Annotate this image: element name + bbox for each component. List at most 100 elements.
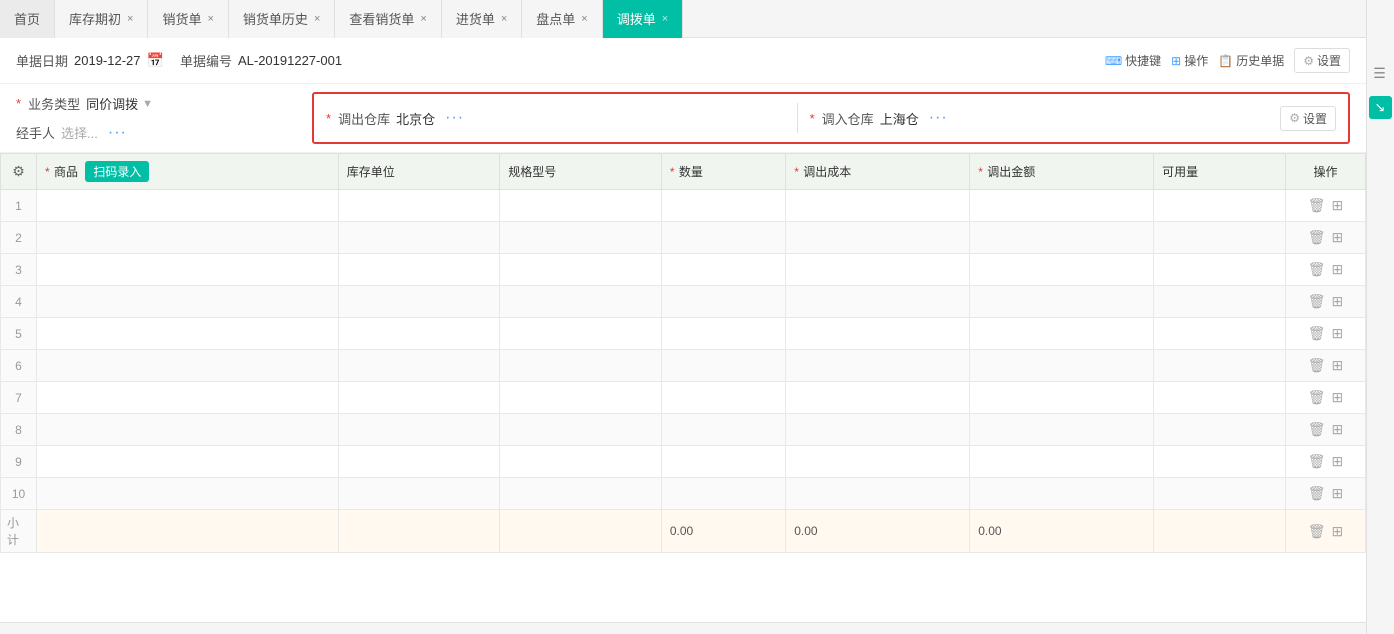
cell-quantity[interactable] (661, 286, 785, 318)
cell-quantity[interactable] (661, 254, 785, 286)
tab-purchase[interactable]: 进货单 × (442, 0, 522, 38)
cell-product[interactable] (37, 254, 339, 286)
cell-amount[interactable] (970, 350, 1154, 382)
delete-icon[interactable]: 🗑 (1308, 357, 1326, 374)
cell-cost[interactable] (786, 414, 970, 446)
cell-cost[interactable] (786, 222, 970, 254)
copy-icon[interactable]: ⊞ (1332, 261, 1344, 278)
right-panel-export-icon[interactable]: ↗ (1369, 96, 1392, 119)
cell-spec[interactable] (500, 446, 662, 478)
delete-icon[interactable]: 🗑 (1308, 523, 1326, 540)
cell-unit[interactable] (338, 318, 500, 350)
cell-cost[interactable] (786, 350, 970, 382)
cell-unit[interactable] (338, 254, 500, 286)
copy-icon[interactable]: ⊞ (1332, 523, 1344, 540)
calendar-icon[interactable]: 📅 (147, 52, 164, 69)
table-row[interactable]: 5 🗑 ⊞ (1, 318, 1366, 350)
cell-amount[interactable] (970, 254, 1154, 286)
tab-close-icon[interactable]: × (127, 13, 133, 25)
table-row[interactable]: 10 🗑 ⊞ (1, 478, 1366, 510)
cell-product[interactable] (37, 446, 339, 478)
cell-quantity[interactable] (661, 446, 785, 478)
cell-unit[interactable] (338, 446, 500, 478)
cell-quantity[interactable] (661, 190, 785, 222)
copy-icon[interactable]: ⊞ (1332, 357, 1344, 374)
tab-inventory-init[interactable]: 库存期初 × (55, 0, 148, 38)
history-btn[interactable]: 📋 历史单据 (1218, 52, 1284, 69)
table-row[interactable]: 7 🗑 ⊞ (1, 382, 1366, 414)
cell-spec[interactable] (500, 382, 662, 414)
business-type-select[interactable]: 同价调拨 ▼ (86, 94, 153, 113)
tab-close-icon[interactable]: × (207, 13, 213, 25)
delete-icon[interactable]: 🗑 (1308, 261, 1326, 278)
cell-spec[interactable] (500, 318, 662, 350)
cell-amount[interactable] (970, 286, 1154, 318)
tab-close-icon[interactable]: × (314, 13, 320, 25)
tab-close-icon[interactable]: × (501, 13, 507, 25)
delete-icon[interactable]: 🗑 (1308, 485, 1326, 502)
handler-more-btn[interactable]: ··· (104, 124, 131, 142)
tab-transfer[interactable]: 调拨单 × (603, 0, 683, 38)
cell-unit[interactable] (338, 382, 500, 414)
source-warehouse-more-btn[interactable]: ··· (441, 109, 468, 127)
cell-available[interactable] (1154, 478, 1286, 510)
cell-quantity[interactable] (661, 318, 785, 350)
cell-spec[interactable] (500, 222, 662, 254)
table-row[interactable]: 6 🗑 ⊞ (1, 350, 1366, 382)
gear-icon[interactable]: ⚙ (12, 163, 25, 179)
cell-available[interactable] (1154, 222, 1286, 254)
cell-product[interactable] (37, 222, 339, 254)
copy-icon[interactable]: ⊞ (1332, 421, 1344, 438)
operations-btn[interactable]: ⊞ 操作 (1171, 52, 1208, 69)
table-row[interactable]: 3 🗑 ⊞ (1, 254, 1366, 286)
tab-inventory[interactable]: 盘点单 × (522, 0, 602, 38)
delete-icon[interactable]: 🗑 (1308, 325, 1326, 342)
cell-unit[interactable] (338, 286, 500, 318)
tab-close-icon[interactable]: × (662, 13, 668, 25)
cell-available[interactable] (1154, 350, 1286, 382)
delete-icon[interactable]: 🗑 (1308, 453, 1326, 470)
scan-button[interactable]: 扫码录入 (85, 161, 149, 182)
delete-icon[interactable]: 🗑 (1308, 421, 1326, 438)
tab-view-sales[interactable]: 查看销货单 × (335, 0, 441, 38)
table-row[interactable]: 4 🗑 ⊞ (1, 286, 1366, 318)
table-header-settings[interactable]: ⚙ (1, 154, 37, 190)
cell-cost[interactable] (786, 478, 970, 510)
cell-unit[interactable] (338, 414, 500, 446)
cell-amount[interactable] (970, 190, 1154, 222)
cell-spec[interactable] (500, 254, 662, 286)
right-panel-list-icon[interactable]: ☰ (1373, 60, 1389, 88)
tab-close-icon[interactable]: × (420, 13, 426, 25)
target-warehouse-more-btn[interactable]: ··· (925, 109, 952, 127)
cell-product[interactable] (37, 318, 339, 350)
settings-button[interactable]: ⚙ 设置 (1294, 48, 1350, 73)
cell-quantity[interactable] (661, 382, 785, 414)
delete-icon[interactable]: 🗑 (1308, 229, 1326, 246)
cell-unit[interactable] (338, 222, 500, 254)
table-row[interactable]: 9 🗑 ⊞ (1, 446, 1366, 478)
cell-cost[interactable] (786, 286, 970, 318)
delete-icon[interactable]: 🗑 (1308, 293, 1326, 310)
cell-unit[interactable] (338, 478, 500, 510)
cell-spec[interactable] (500, 414, 662, 446)
cell-spec[interactable] (500, 478, 662, 510)
cell-unit[interactable] (338, 350, 500, 382)
cell-product[interactable] (37, 350, 339, 382)
table-row[interactable]: 1 🗑 ⊞ (1, 190, 1366, 222)
delete-icon[interactable]: 🗑 (1308, 197, 1326, 214)
shortcuts-btn[interactable]: ⌨ 快捷键 (1105, 52, 1161, 69)
cell-available[interactable] (1154, 318, 1286, 350)
tab-sales-order[interactable]: 销货单 × (148, 0, 228, 38)
cell-amount[interactable] (970, 318, 1154, 350)
cell-spec[interactable] (500, 350, 662, 382)
cell-cost[interactable] (786, 254, 970, 286)
handler-placeholder[interactable]: 选择... (61, 123, 98, 142)
table-row[interactable]: 2 🗑 ⊞ (1, 222, 1366, 254)
table-row[interactable]: 小计 0.00 0.00 0.00 🗑 ⊞ (1, 510, 1366, 553)
cell-product[interactable] (37, 478, 339, 510)
cell-quantity[interactable] (661, 414, 785, 446)
tab-close-icon[interactable]: × (581, 13, 587, 25)
cell-cost[interactable] (786, 190, 970, 222)
cell-available[interactable] (1154, 446, 1286, 478)
tab-sales-history[interactable]: 销货单历史 × (229, 0, 335, 38)
